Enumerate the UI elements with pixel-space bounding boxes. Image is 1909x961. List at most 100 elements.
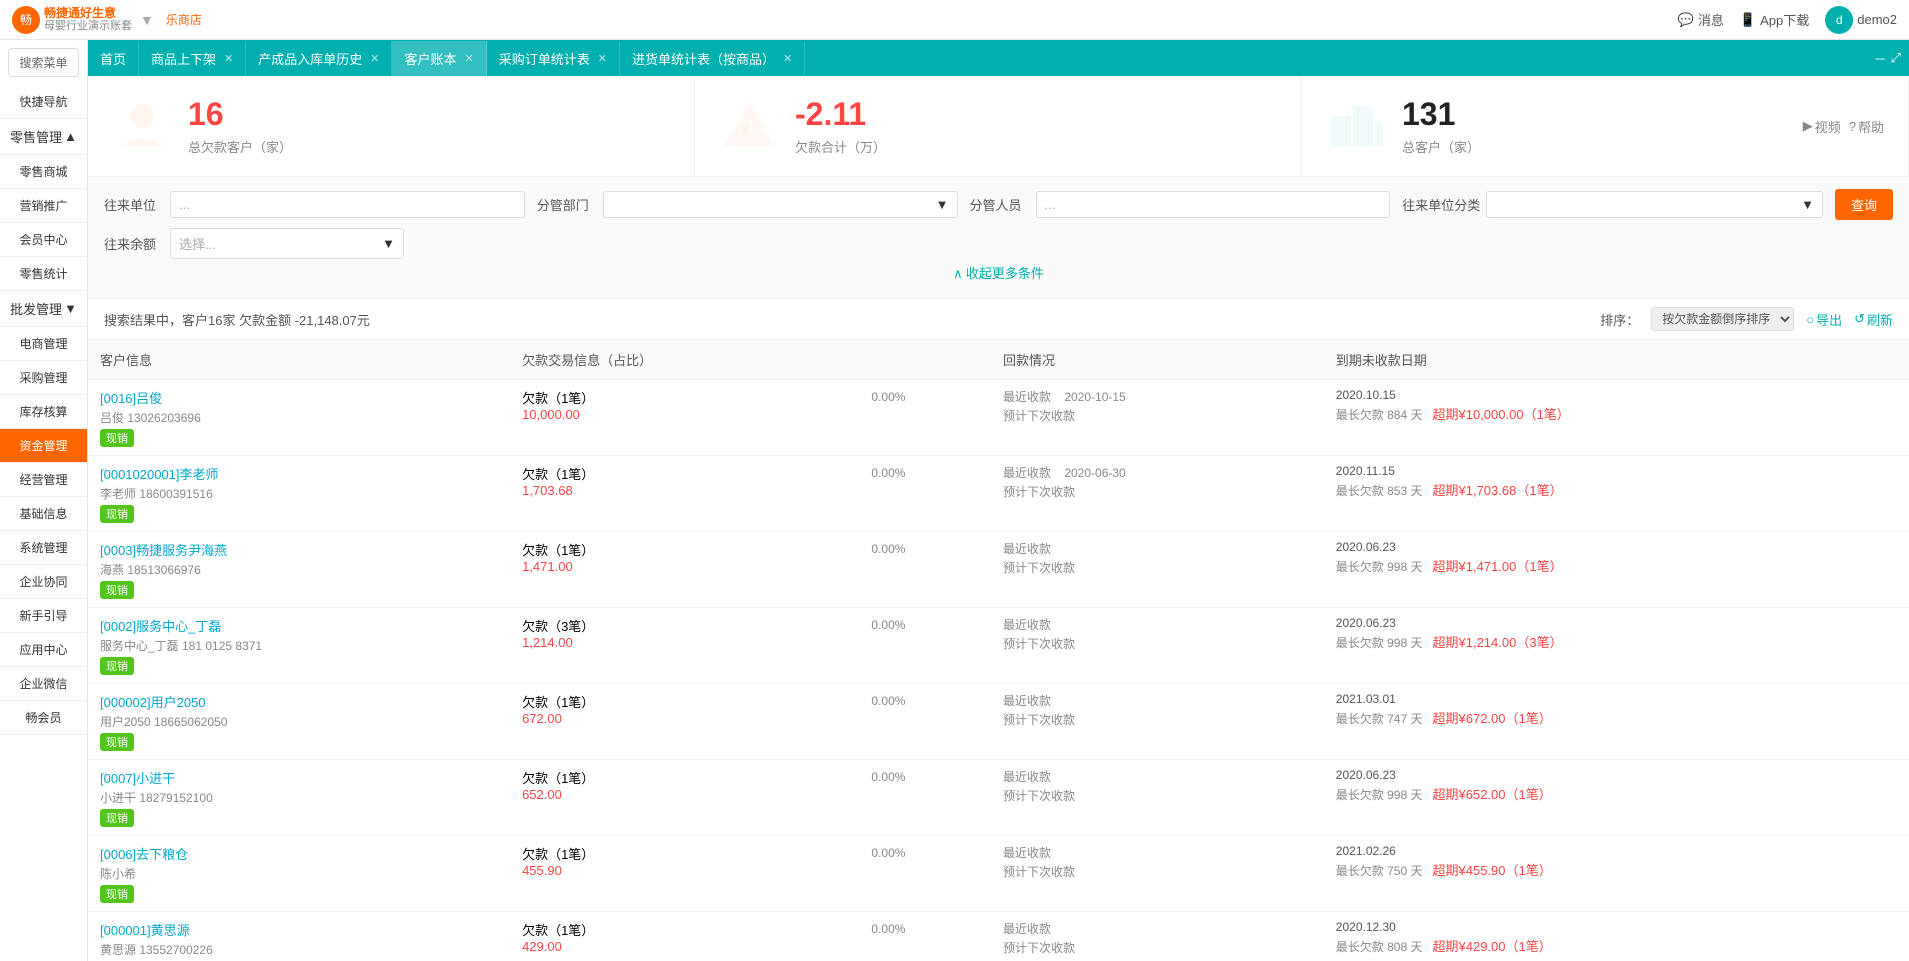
filter-input-person[interactable]: ... — [1036, 191, 1391, 218]
tab-inbound-history[interactable]: 产成品入库单历史 ✕ — [246, 41, 392, 76]
tab-home[interactable]: 首页 — [88, 41, 139, 76]
overdue-link[interactable]: 超期¥455.90（1笔） — [1433, 863, 1552, 878]
tab-label: 采购订单统计表 — [499, 49, 590, 68]
sidebar-item-member[interactable]: 会员中心 — [0, 223, 87, 257]
tab-close-icon[interactable]: ✕ — [465, 52, 474, 65]
customer-name-link[interactable]: [0002]服务中心_丁磊 — [100, 616, 498, 635]
tab-collapse-icon[interactable]: － — [1874, 49, 1887, 68]
sidebar-item-member2[interactable]: 畅会员 — [0, 701, 87, 735]
sidebar-item-newbie[interactable]: 新手引导 — [0, 599, 87, 633]
sidebar-item-wecom[interactable]: 企业微信 — [0, 667, 87, 701]
customer-name-link[interactable]: [000002]用户2050 — [100, 692, 498, 711]
filter-input-balance[interactable]: 选择... ▼ — [170, 228, 404, 259]
message-btn[interactable]: 💬 消息 — [1678, 10, 1724, 29]
overdue-link[interactable]: 超期¥652.00（1笔） — [1433, 787, 1552, 802]
top-bar-left: 畅 畅捷通好生意 母婴行业演示账套 ▼ 乐商店 — [12, 6, 202, 34]
debt-label: 欠款（1笔） — [522, 388, 847, 407]
filter-area: 往来单位 ... 分管部门 ▼ 分管人员 — [88, 177, 1909, 299]
table-row: [0006]去下粮仓 陈小希 现销 欠款（1笔） 455.90 0.00% 最近… — [88, 836, 1909, 912]
overdue-link[interactable]: 超期¥1,703.68（1笔） — [1433, 483, 1563, 498]
cell-debt-pct: 0.00% — [859, 532, 991, 608]
cell-due: 2020.06.23 最长欠款 998 天 超期¥1,214.00（3笔） — [1324, 608, 1909, 684]
search-btn[interactable]: 查询 — [1835, 189, 1893, 220]
debt-amount[interactable]: 652.00 — [522, 787, 847, 802]
debt-amount[interactable]: 1,214.00 — [522, 635, 847, 650]
overdue-link[interactable]: 超期¥1,214.00（3笔） — [1433, 635, 1563, 650]
refresh-label: 刷新 — [1867, 310, 1893, 329]
sidebar-item-basic-info[interactable]: 基础信息 — [0, 497, 87, 531]
cell-debt-pct: 0.00% — [859, 836, 991, 912]
customer-name-link[interactable]: [0001020001]李老师 — [100, 464, 498, 483]
filter-placeholder-customer-unit: ... — [179, 197, 190, 212]
col-header-collection: 回款情况 — [991, 340, 1324, 380]
table-row: [0016]吕俊 吕俊 13026203696 现销 欠款（1笔） 10,000… — [88, 380, 1909, 456]
debt-amount[interactable]: 10,000.00 — [522, 407, 847, 422]
tab-close-icon[interactable]: ✕ — [370, 52, 379, 65]
tab-close-icon[interactable]: ✕ — [598, 52, 607, 65]
debt-amount[interactable]: 429.00 — [522, 939, 847, 954]
tab-purchase-stats[interactable]: 采购订单统计表 ✕ — [487, 41, 620, 76]
search-menu-btn[interactable]: 搜索菜单 — [8, 48, 79, 77]
cell-debt-info: 欠款（1笔） 10,000.00 — [510, 380, 859, 456]
cell-debt-pct: 0.00% — [859, 684, 991, 760]
filter-input-unit-category[interactable]: ▼ — [1486, 191, 1823, 218]
app-download-btn[interactable]: 📱 App下载 — [1740, 10, 1809, 29]
tab-customer-account[interactable]: 客户账本 ✕ — [392, 41, 486, 76]
stat-icon-2: ¥ — [719, 96, 779, 156]
sidebar-item-inventory[interactable]: 库存核算 — [0, 395, 87, 429]
expand-icon[interactable]: ▼ — [140, 12, 154, 28]
tab-expand-icon[interactable]: ⤢ — [1891, 50, 1901, 66]
sort-select[interactable]: 按欠款金额倒序排序 — [1651, 307, 1794, 331]
user-menu[interactable]: d demo2 — [1825, 6, 1897, 34]
tab-label: 进货单统计表（按商品） — [632, 49, 775, 68]
sidebar-item-retail-stats[interactable]: 零售统计 — [0, 257, 87, 291]
tab-inbound-stats[interactable]: 进货单统计表（按商品） ✕ — [620, 41, 805, 76]
cell-due: 2020.06.23 最长欠款 998 天 超期¥1,471.00（1笔） — [1324, 532, 1909, 608]
tab-close-icon[interactable]: ✕ — [783, 52, 792, 65]
store-link[interactable]: 乐商店 — [166, 11, 202, 28]
refresh-btn[interactable]: ↺ 刷新 — [1854, 310, 1893, 329]
recent-collect-label: 最近收款 — [1003, 920, 1312, 937]
sidebar-item-purchase[interactable]: 采购管理 — [0, 361, 87, 395]
filter-input-dept[interactable]: ▼ — [603, 191, 958, 218]
sidebar-item-ecommerce[interactable]: 电商管理 — [0, 327, 87, 361]
customer-name-link[interactable]: [0007]小进干 — [100, 768, 498, 787]
overdue-link[interactable]: 超期¥429.00（1笔） — [1433, 939, 1552, 954]
overdue-link[interactable]: 超期¥672.00（1笔） — [1433, 711, 1552, 726]
customer-name-link[interactable]: [0006]去下粮仓 — [100, 844, 498, 863]
sidebar-item-retail-mgmt[interactable]: 零售管理 ▲ — [0, 119, 87, 155]
tab-product-listing[interactable]: 商品上下架 ✕ — [139, 41, 246, 76]
sidebar-item-enterprise[interactable]: 企业协同 — [0, 565, 87, 599]
sidebar-item-marketing[interactable]: 营销推广 — [0, 189, 87, 223]
help-btn[interactable]: ? 帮助 — [1849, 117, 1884, 136]
filter-input-customer-unit[interactable]: ... — [170, 191, 525, 218]
debt-amount[interactable]: 672.00 — [522, 711, 847, 726]
sidebar-item-operations[interactable]: 经营管理 — [0, 463, 87, 497]
col-header-debt: 欠款交易信息（占比） — [510, 340, 859, 380]
sidebar-item-system[interactable]: 系统管理 — [0, 531, 87, 565]
export-btn[interactable]: ○ 导出 — [1806, 310, 1842, 329]
debt-amount[interactable]: 455.90 — [522, 863, 847, 878]
overdue-link[interactable]: 超期¥1,471.00（1笔） — [1433, 559, 1563, 574]
sidebar-item-app-center[interactable]: 应用中心 — [0, 633, 87, 667]
tab-label: 首页 — [100, 49, 126, 68]
tab-close-icon[interactable]: ✕ — [224, 52, 233, 65]
video-btn[interactable]: ▶ 视频 — [1803, 117, 1841, 136]
sidebar-item-quick-nav[interactable]: 快捷导航 — [0, 85, 87, 119]
customer-name-link[interactable]: [000001]黄思源 — [100, 920, 498, 939]
tab-controls: － ⤢ — [1874, 49, 1909, 68]
sidebar-item-wholesale-mgmt[interactable]: 批发管理 ▼ — [0, 291, 87, 327]
chevron-down-category-icon: ▼ — [1801, 197, 1814, 212]
customer-name-link[interactable]: [0003]畅捷服务尹海燕 — [100, 540, 498, 559]
collapse-filters-btn[interactable]: ∧ 收起更多条件 — [104, 259, 1893, 286]
debt-amount[interactable]: 1,471.00 — [522, 559, 847, 574]
sidebar-item-retail-mall[interactable]: 零售商城 — [0, 155, 87, 189]
overdue-days: 最长欠款 853 天 超期¥1,703.68（1笔） — [1336, 480, 1897, 499]
debt-amount[interactable]: 1,703.68 — [522, 483, 847, 498]
customer-name-link[interactable]: [0016]吕俊 — [100, 388, 498, 407]
cell-collection: 最近收款 预计下次收款 — [991, 532, 1324, 608]
overdue-link[interactable]: 超期¥10,000.00（1笔） — [1433, 407, 1570, 422]
sidebar-item-finance[interactable]: 资金管理 — [0, 429, 87, 463]
sidebar-search-area: 搜索菜单 — [0, 40, 87, 85]
cell-due: 2021.02.26 最长欠款 750 天 超期¥455.90（1笔） — [1324, 836, 1909, 912]
